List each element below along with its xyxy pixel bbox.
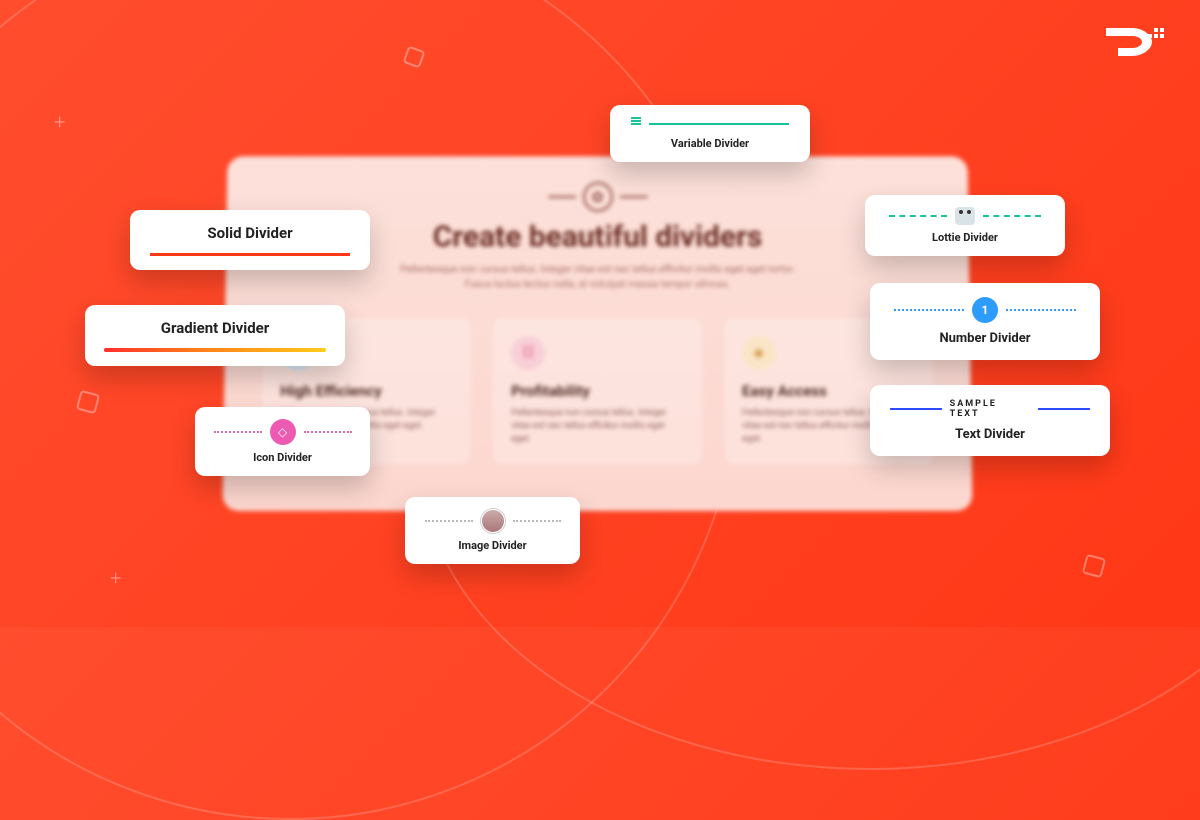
- solid-line: [150, 253, 350, 256]
- dotted-line: [513, 520, 561, 522]
- diamond-icon: ◇: [270, 419, 296, 445]
- chip-lottie-divider: Lottie Divider: [865, 195, 1065, 256]
- chip-label: Gradient Divider: [161, 319, 270, 337]
- sample-text: SAMPLE TEXT: [950, 399, 1031, 419]
- chip-gradient-divider: Gradient Divider: [85, 305, 345, 366]
- chip-number-divider: 1 Number Divider: [870, 283, 1100, 360]
- chip-label: Number Divider: [939, 331, 1030, 346]
- layers-icon: [631, 117, 641, 131]
- card-profitability: ☷ Profitability Pellentesque non cursus …: [493, 318, 702, 465]
- target-icon: ◈: [742, 336, 776, 370]
- chip-image-divider: Image Divider: [405, 497, 580, 564]
- coins-icon: ☷: [511, 336, 545, 370]
- solid-line: [890, 408, 942, 410]
- gear-icon: ✿: [583, 182, 613, 212]
- chip-label: Lottie Divider: [932, 231, 998, 244]
- chip-label: Text Divider: [955, 427, 1025, 442]
- card-title: Profitability: [511, 382, 684, 400]
- dashed-line: [889, 215, 947, 217]
- dotted-line: [214, 431, 262, 433]
- dashed-line: [983, 215, 1041, 217]
- chip-label: Variable Divider: [671, 137, 749, 150]
- brand-logo: [1098, 22, 1170, 66]
- avatar-icon: [481, 509, 505, 533]
- chip-icon-divider: ◇ Icon Divider: [195, 407, 370, 476]
- chip-label: Image Divider: [458, 539, 526, 552]
- gradient-line: [104, 348, 326, 352]
- solid-line: [1038, 408, 1090, 410]
- dotted-line: [894, 309, 964, 311]
- solid-line: [649, 123, 789, 126]
- chip-variable-divider: Variable Divider: [610, 105, 810, 162]
- dotted-line: [425, 520, 473, 522]
- chip-text-divider: SAMPLE TEXT Text Divider: [870, 385, 1110, 456]
- panel-top-divider: ✿: [265, 182, 931, 212]
- robot-icon: [955, 207, 975, 225]
- chip-label: Icon Divider: [253, 451, 312, 464]
- chip-label: Solid Divider: [207, 224, 292, 242]
- card-text: Pellentesque non cursus tellus. Integer …: [511, 407, 684, 446]
- dotted-line: [304, 431, 352, 433]
- number-badge: 1: [972, 297, 998, 323]
- chip-solid-divider: Solid Divider: [130, 210, 370, 270]
- dotted-line: [1006, 309, 1076, 311]
- card-title: High Efficiency: [280, 382, 453, 400]
